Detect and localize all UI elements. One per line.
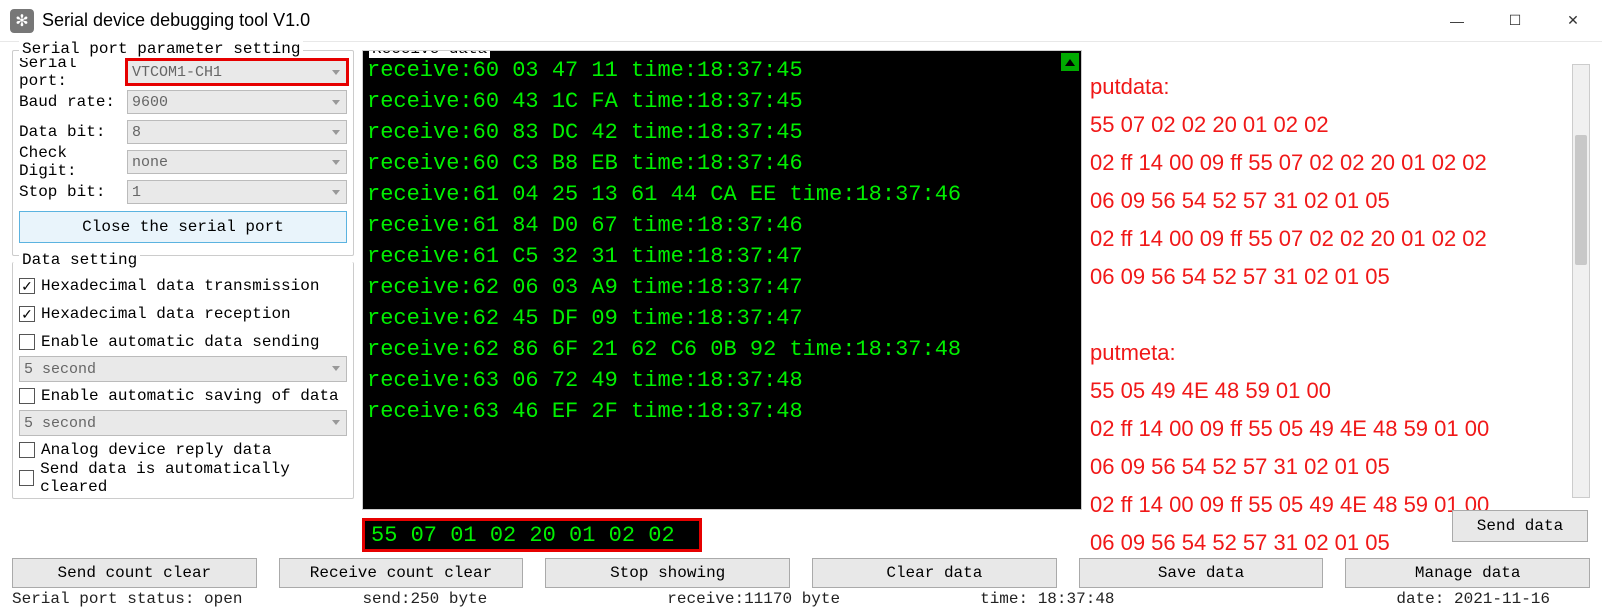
close-button[interactable]: ✕ bbox=[1544, 0, 1602, 42]
hex-tx-checkbox[interactable] bbox=[19, 278, 35, 294]
serial-port-label: Serial port: bbox=[19, 54, 127, 90]
check-value: none bbox=[132, 154, 168, 171]
save-data-button[interactable]: Save data bbox=[1079, 558, 1324, 588]
databit-value: 8 bbox=[132, 124, 141, 141]
stop-label: Stop bit: bbox=[19, 183, 127, 201]
app-icon: ✻ bbox=[10, 9, 34, 33]
serial-port-select[interactable]: VTCOM1-CH1 bbox=[127, 60, 347, 84]
minimize-button[interactable]: — bbox=[1428, 0, 1486, 42]
send-data-button[interactable]: Send data bbox=[1452, 510, 1588, 542]
receive-terminal[interactable]: Receive data receive:60 03 47 11 time:18… bbox=[362, 50, 1082, 510]
send-count-clear-button[interactable]: Send count clear bbox=[12, 558, 257, 588]
baud-value: 9600 bbox=[132, 94, 168, 111]
auto-clear-checkbox[interactable] bbox=[19, 470, 34, 486]
hex-rx-label: Hexadecimal data reception bbox=[41, 305, 291, 323]
status-time: time: 18:37:48 bbox=[980, 590, 1114, 616]
auto-clear-label: Send data is automatically cleared bbox=[40, 460, 347, 496]
auto-send-label: Enable automatic data sending bbox=[41, 333, 319, 351]
close-serial-button[interactable]: Close the serial port bbox=[19, 211, 347, 243]
data-setting-legend: Data setting bbox=[19, 251, 140, 269]
auto-send-interval-select[interactable]: 5 second bbox=[19, 356, 347, 382]
baud-label: Baud rate: bbox=[19, 93, 127, 111]
receive-count-clear-button[interactable]: Receive count clear bbox=[279, 558, 524, 588]
annotation-overlay: putdata: 55 07 02 02 20 01 02 02 02 ff 1… bbox=[1090, 68, 1584, 562]
auto-save-interval-value: 5 second bbox=[24, 415, 96, 432]
titlebar: ✻ Serial device debugging tool V1.0 — ☐ … bbox=[0, 0, 1602, 42]
scroll-up-icon[interactable] bbox=[1061, 53, 1079, 71]
status-port: Serial port status: open bbox=[12, 590, 242, 616]
scrollbar-thumb[interactable] bbox=[1575, 135, 1587, 265]
analog-reply-checkbox[interactable] bbox=[19, 442, 35, 458]
check-label: Check Digit: bbox=[19, 144, 127, 180]
stop-value: 1 bbox=[132, 184, 141, 201]
analog-reply-label: Analog device reply data bbox=[41, 441, 271, 459]
baud-select[interactable]: 9600 bbox=[127, 90, 347, 114]
right-scrollbar[interactable] bbox=[1572, 64, 1590, 498]
send-data-input[interactable] bbox=[362, 518, 702, 552]
stop-showing-button[interactable]: Stop showing bbox=[545, 558, 790, 588]
hex-tx-label: Hexadecimal data transmission bbox=[41, 277, 319, 295]
maximize-button[interactable]: ☐ bbox=[1486, 0, 1544, 42]
stop-select[interactable]: 1 bbox=[127, 180, 347, 204]
serial-port-value: VTCOM1-CH1 bbox=[132, 64, 222, 81]
auto-save-checkbox[interactable] bbox=[19, 388, 35, 404]
status-date: date: 2021-11-16 bbox=[1396, 590, 1550, 616]
receive-legend: Receive data bbox=[369, 50, 490, 58]
terminal-output: receive:60 03 47 11 time:18:37:45 receiv… bbox=[367, 55, 1077, 427]
check-select[interactable]: none bbox=[127, 150, 347, 174]
serial-params-group: Serial port parameter setting Serial por… bbox=[12, 50, 354, 256]
auto-send-checkbox[interactable] bbox=[19, 334, 35, 350]
auto-send-interval-value: 5 second bbox=[24, 361, 96, 378]
bottom-button-row: Send count clear Receive count clear Sto… bbox=[0, 552, 1602, 588]
hex-rx-checkbox[interactable] bbox=[19, 306, 35, 322]
window-title: Serial device debugging tool V1.0 bbox=[42, 10, 310, 31]
auto-save-label: Enable automatic saving of data bbox=[41, 387, 339, 405]
status-recv: receive:11170 byte bbox=[667, 590, 840, 616]
databit-label: Data bit: bbox=[19, 123, 127, 141]
clear-data-button[interactable]: Clear data bbox=[812, 558, 1057, 588]
manage-data-button[interactable]: Manage data bbox=[1345, 558, 1590, 588]
status-bar: Serial port status: open send:250 byte r… bbox=[0, 588, 1602, 616]
status-send: send:250 byte bbox=[362, 590, 487, 616]
data-setting-group: Data setting Hexadecimal data transmissi… bbox=[12, 262, 354, 499]
auto-save-interval-select[interactable]: 5 second bbox=[19, 410, 347, 436]
serial-params-legend: Serial port parameter setting bbox=[19, 40, 303, 58]
databit-select[interactable]: 8 bbox=[127, 120, 347, 144]
